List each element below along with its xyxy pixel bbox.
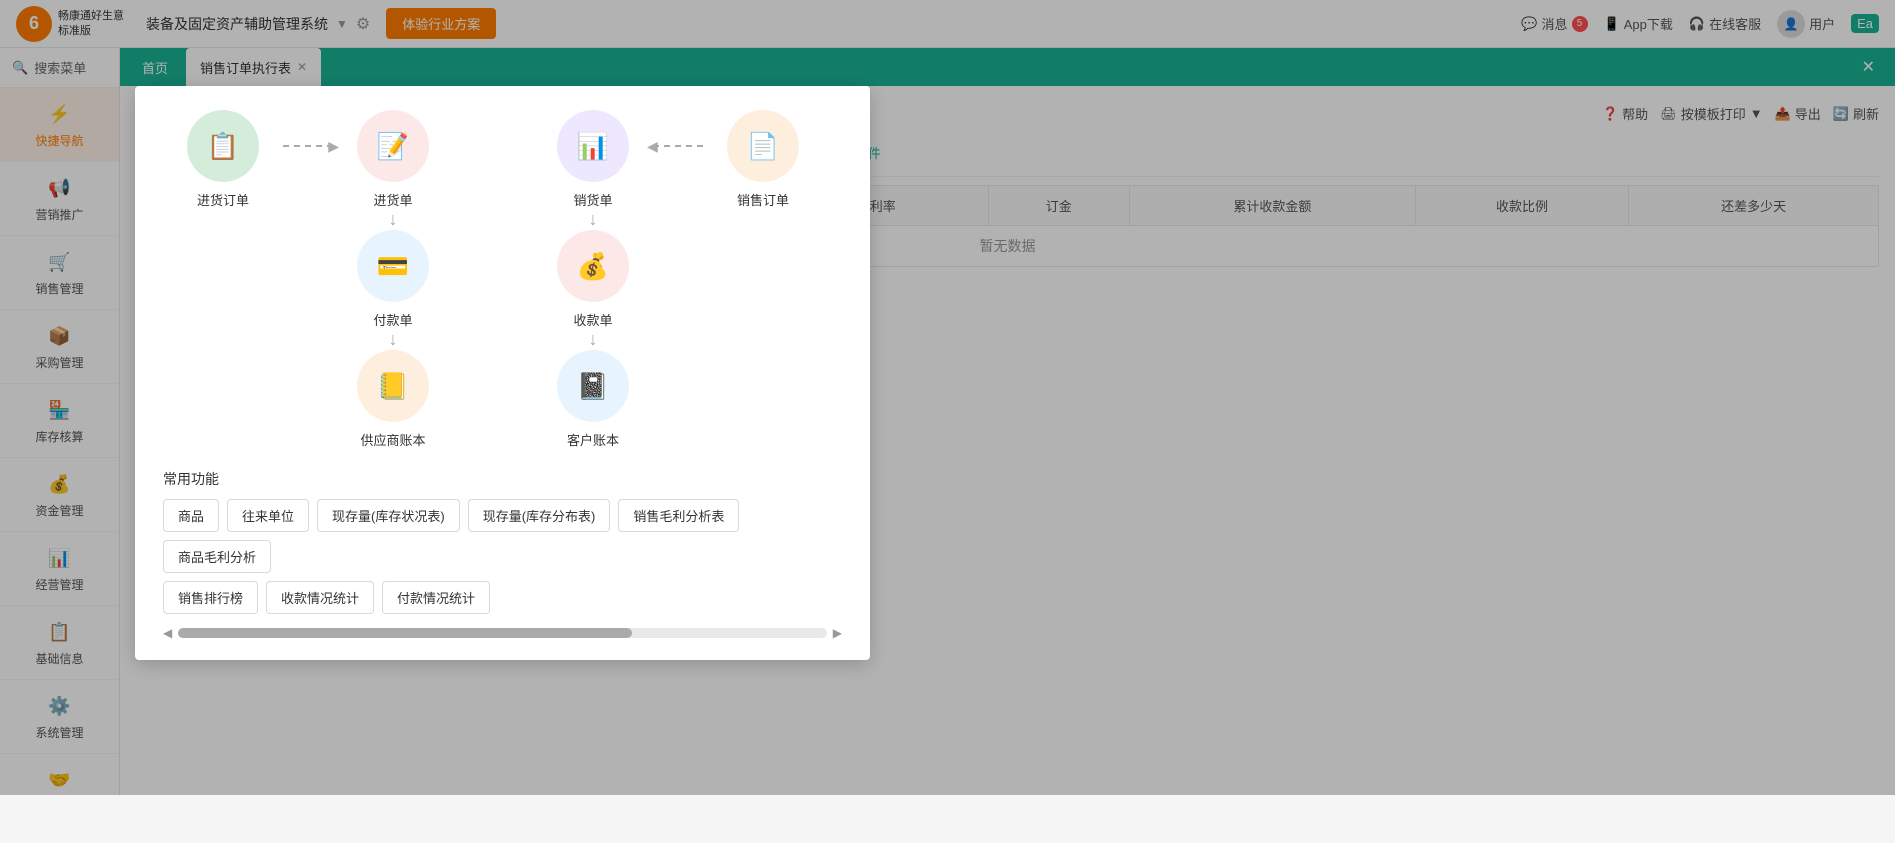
arrow-down-sales-bill: ↓ xyxy=(589,209,598,230)
arrow-down-payment: ↓ xyxy=(389,329,398,350)
popup-panel: 📋 进货订单 ▶ 📝 进货单 xyxy=(135,86,870,660)
quick-btn-现存量(库存状况表)[interactable]: 现存量(库存状况表) xyxy=(317,499,460,532)
flow-node-supplier-ledger[interactable]: 📒 供应商账本 xyxy=(333,350,453,449)
flow-circle-purchase-order: 📋 xyxy=(187,110,259,182)
flow-label-supplier-ledger: 供应商账本 xyxy=(360,430,425,449)
flow-node-receipt[interactable]: 💰 收款单 xyxy=(533,230,653,329)
flow-circle-sales-order: 📄 xyxy=(727,110,799,182)
quick-functions-title: 常用功能 xyxy=(163,469,842,489)
sales-bill-icon: 📊 xyxy=(577,131,609,162)
flow-label-payment: 付款单 xyxy=(373,310,412,329)
scrollbar-track[interactable] xyxy=(178,628,827,638)
flow-diagram: 📋 进货订单 ▶ 📝 进货单 xyxy=(163,110,842,449)
flow-node-purchase-bill[interactable]: 📝 进货单 xyxy=(333,110,453,209)
flow-label-purchase-bill: 进货单 xyxy=(373,190,412,209)
flow-circle-payment: 💳 xyxy=(357,230,429,302)
receipt-icon: 💰 xyxy=(577,251,609,282)
popup-scrollbar: ◀ ▶ xyxy=(163,626,842,640)
purchase-order-icon: 📋 xyxy=(207,131,239,162)
customer-ledger-icon: 📓 xyxy=(577,371,609,402)
quick-btn-商品毛利分析[interactable]: 商品毛利分析 xyxy=(163,540,271,573)
flow-label-customer-ledger: 客户账本 xyxy=(567,430,619,449)
flow-circle-customer-ledger: 📓 xyxy=(557,350,629,422)
payment-icon: 💳 xyxy=(377,251,409,282)
scrollbar-thumb xyxy=(178,628,632,638)
overlay: 📋 进货订单 ▶ 📝 进货单 xyxy=(0,0,1895,795)
arrow-down-receipt: ↓ xyxy=(589,329,598,350)
flow-circle-sales-bill: 📊 xyxy=(557,110,629,182)
flow-node-sales-order[interactable]: 📄 销售订单 xyxy=(703,110,823,209)
quick-btn-销售毛利分析表[interactable]: 销售毛利分析表 xyxy=(618,499,739,532)
sales-order-icon: 📄 xyxy=(747,131,779,162)
scroll-left-arrow[interactable]: ◀ xyxy=(163,626,172,640)
flow-node-customer-ledger[interactable]: 📓 客户账本 xyxy=(533,350,653,449)
flow-circle-supplier-ledger: 📒 xyxy=(357,350,429,422)
flow-label-receipt: 收款单 xyxy=(573,310,612,329)
flow-circle-purchase-bill: 📝 xyxy=(357,110,429,182)
flow-label-purchase-order: 进货订单 xyxy=(197,190,249,209)
quick-btn-往来单位[interactable]: 往来单位 xyxy=(227,499,309,532)
flow-node-purchase-order[interactable]: 📋 进货订单 xyxy=(163,110,283,209)
quick-btn-销售排行榜[interactable]: 销售排行榜 xyxy=(163,581,258,614)
supplier-ledger-icon: 📒 xyxy=(377,371,409,402)
purchase-bill-icon: 📝 xyxy=(377,131,409,162)
scroll-right-arrow[interactable]: ▶ xyxy=(833,626,842,640)
arrow-down-purchase-bill: ↓ xyxy=(389,209,398,230)
arrow-purchase-order-to-purchase-bill: ▶ xyxy=(283,145,333,175)
flow-node-sales-bill[interactable]: 📊 销货单 xyxy=(533,110,653,209)
quick-btn-现存量(库存分布表)[interactable]: 现存量(库存分布表) xyxy=(468,499,611,532)
quick-row-1: 商品往来单位现存量(库存状况表)现存量(库存分布表)销售毛利分析表商品毛利分析 xyxy=(163,499,842,573)
flow-node-payment[interactable]: 💳 付款单 xyxy=(333,230,453,329)
quick-btn-收款情况统计[interactable]: 收款情况统计 xyxy=(266,581,374,614)
flow-label-sales-bill: 销货单 xyxy=(573,190,612,209)
flow-circle-receipt: 💰 xyxy=(557,230,629,302)
quick-functions-section: 常用功能 商品往来单位现存量(库存状况表)现存量(库存分布表)销售毛利分析表商品… xyxy=(163,469,842,614)
quick-row-2: 销售排行榜收款情况统计付款情况统计 xyxy=(163,581,842,614)
quick-btn-商品[interactable]: 商品 xyxy=(163,499,219,532)
arrow-sales-order-to-sales-bill: ◀ xyxy=(653,145,703,175)
quick-btn-付款情况统计[interactable]: 付款情况统计 xyxy=(382,581,490,614)
flow-label-sales-order: 销售订单 xyxy=(737,190,789,209)
